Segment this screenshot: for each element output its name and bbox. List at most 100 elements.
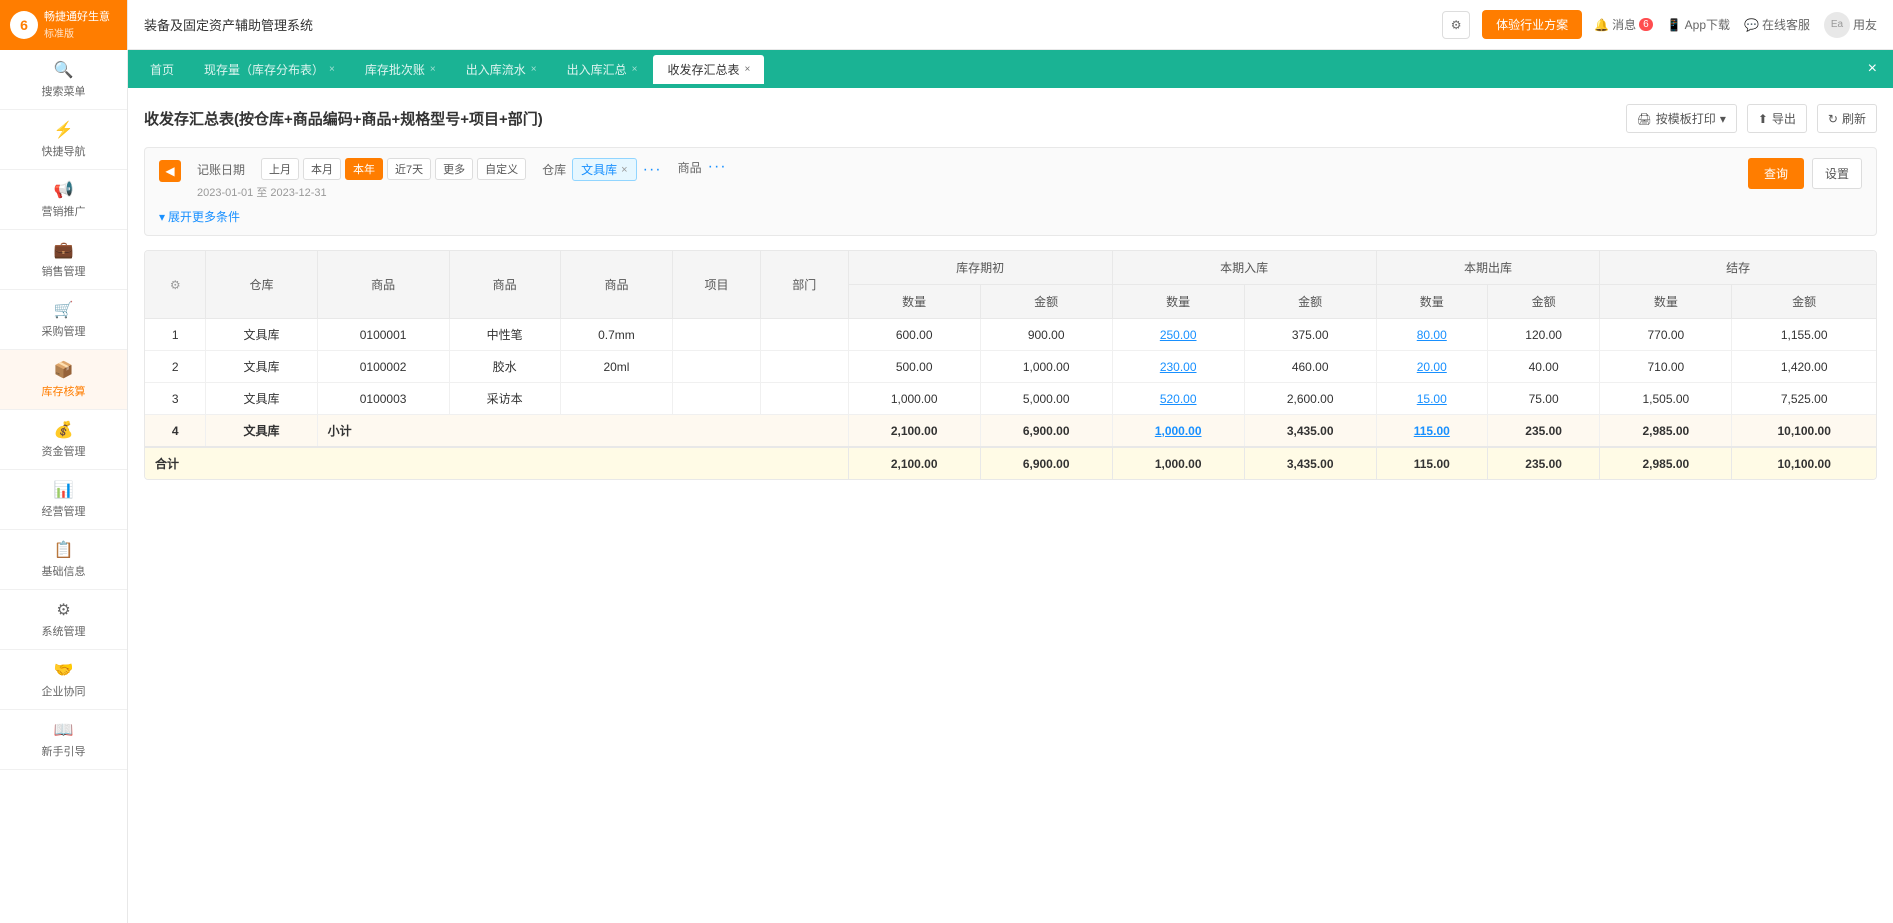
expand-label: 展开更多条件 bbox=[168, 208, 240, 225]
sidebar-item-企业协同[interactable]: 🤝 企业协同 bbox=[0, 650, 127, 710]
tab-recv-send-summary-close[interactable]: × bbox=[744, 64, 750, 75]
date-range-display: 2023-01-01 至 2023-12-31 bbox=[197, 184, 526, 200]
sidebar-item-库存核算[interactable]: 📦库存核算 bbox=[0, 350, 127, 410]
sidebar-item-资金管理[interactable]: 💰资金管理 bbox=[0, 410, 127, 470]
tabbar: 首页 现存量（库存分布表） × 库存批次账 × 出入库流水 × 出入库汇总 × … bbox=[128, 50, 1893, 88]
goods-more-dots[interactable]: ··· bbox=[708, 158, 727, 176]
tabbar-close-btn[interactable]: × bbox=[1860, 60, 1885, 78]
more-btn[interactable]: 更多 bbox=[435, 158, 473, 180]
sidebar-icon: 📢 bbox=[54, 180, 74, 200]
total-bal-amt: 10,100.00 bbox=[1732, 447, 1876, 479]
row-out-qty[interactable]: 80.00 bbox=[1376, 319, 1487, 351]
warehouse-tag-close[interactable]: × bbox=[621, 164, 627, 176]
row-out-qty[interactable]: 15.00 bbox=[1376, 383, 1487, 415]
tab-inventory-dist[interactable]: 现存量（库存分布表） × bbox=[190, 55, 349, 84]
table-row: 3 文具库 0100003 采访本 1,000.00 5,000.00 520.… bbox=[145, 383, 1876, 415]
row-dept bbox=[760, 383, 848, 415]
subtotal-out-qty[interactable]: 115.00 bbox=[1376, 415, 1487, 448]
notification-btn[interactable]: 🔔 消息 6 bbox=[1594, 16, 1653, 33]
logo-text-block: 畅捷通好生意 标准版 bbox=[44, 10, 110, 39]
topbar-settings-btn[interactable]: ⚙ bbox=[1442, 11, 1470, 39]
print-btn[interactable]: 🖨 按模板打印 ▾ bbox=[1626, 104, 1737, 133]
expand-more-btn[interactable]: ▾ 展开更多条件 bbox=[159, 208, 1862, 225]
user-btn[interactable]: Ea 用友 bbox=[1824, 12, 1877, 38]
sidebar-item-基础信息[interactable]: 📋基础信息 bbox=[0, 530, 127, 590]
row-bal-qty: 770.00 bbox=[1600, 319, 1732, 351]
row-init-qty: 500.00 bbox=[848, 351, 980, 383]
sidebar-icon: 🤝 bbox=[54, 660, 74, 680]
row-bal-amt: 1,155.00 bbox=[1732, 319, 1876, 351]
th-bal-amt: 金额 bbox=[1732, 285, 1876, 319]
subtotal-label: 小计 bbox=[317, 415, 848, 448]
subtotal-in-qty[interactable]: 1,000.00 bbox=[1112, 415, 1244, 448]
total-init-qty: 2,100.00 bbox=[848, 447, 980, 479]
date-filter-group: 记账日期 上月 本月 本年 近7天 更多 自定义 2023-01-0 bbox=[197, 158, 526, 200]
row-dept bbox=[760, 351, 848, 383]
tab-recv-send-summary[interactable]: 收发存汇总表 × bbox=[653, 55, 764, 84]
tab-batch[interactable]: 库存批次账 × bbox=[351, 55, 450, 84]
page-actions: 🖨 按模板打印 ▾ ⬆ 导出 ↻ 刷新 bbox=[1626, 104, 1877, 133]
row-in-qty[interactable]: 520.00 bbox=[1112, 383, 1244, 415]
sidebar-item-搜索菜单[interactable]: 🔍搜索菜单 bbox=[0, 50, 127, 110]
tab-inout-summary-close[interactable]: × bbox=[632, 64, 638, 75]
sidebar-label: 企业协同 bbox=[42, 683, 86, 699]
table-settings-icon[interactable]: ⚙ bbox=[145, 251, 206, 319]
table-total-row: 合计 2,100.00 6,900.00 1,000.00 3,435.00 1… bbox=[145, 447, 1876, 479]
this-month-btn[interactable]: 本月 bbox=[303, 158, 341, 180]
this-year-btn[interactable]: 本年 bbox=[345, 158, 383, 180]
logo-sub: 标准版 bbox=[44, 25, 110, 40]
last-month-btn[interactable]: 上月 bbox=[261, 158, 299, 180]
tab-inventory-dist-close[interactable]: × bbox=[329, 64, 335, 75]
sidebar-item-营销推广[interactable]: 📢营销推广 bbox=[0, 170, 127, 230]
row-out-qty[interactable]: 20.00 bbox=[1376, 351, 1487, 383]
row-dept bbox=[760, 319, 848, 351]
row-in-amt: 375.00 bbox=[1244, 319, 1376, 351]
last-7-days-btn[interactable]: 近7天 bbox=[387, 158, 431, 180]
tab-inout-flow[interactable]: 出入库流水 × bbox=[452, 55, 551, 84]
row-spec: 20ml bbox=[560, 351, 672, 383]
system-title: 装备及固定资产辅助管理系统 bbox=[144, 15, 1430, 34]
sidebar-item-快捷导航[interactable]: ⚡快捷导航 bbox=[0, 110, 127, 170]
sidebar-icon: 💼 bbox=[54, 240, 74, 260]
settings-btn[interactable]: 设置 bbox=[1812, 158, 1862, 189]
total-init-amt: 6,900.00 bbox=[980, 447, 1112, 479]
sidebar-icon: 💰 bbox=[54, 420, 74, 440]
query-btn[interactable]: 查询 bbox=[1748, 158, 1804, 189]
row-in-qty[interactable]: 230.00 bbox=[1112, 351, 1244, 383]
tab-inout-summary[interactable]: 出入库汇总 × bbox=[553, 55, 652, 84]
warehouse-more-dots[interactable]: ··· bbox=[643, 161, 662, 179]
row-in-qty[interactable]: 250.00 bbox=[1112, 319, 1244, 351]
row-in-amt: 2,600.00 bbox=[1244, 383, 1376, 415]
row-init-amt: 900.00 bbox=[980, 319, 1112, 351]
export-btn[interactable]: ⬆ 导出 bbox=[1747, 104, 1807, 133]
sidebar-item-销售管理[interactable]: 💼销售管理 bbox=[0, 230, 127, 290]
filter-collapse-btn[interactable]: ◀ bbox=[159, 160, 181, 182]
sidebar-icon: ⚙ bbox=[56, 600, 70, 620]
row-init-qty: 600.00 bbox=[848, 319, 980, 351]
sidebar-item-新手引导[interactable]: 📖新手引导 bbox=[0, 710, 127, 770]
tab-batch-close[interactable]: × bbox=[430, 64, 436, 75]
row-spec: 0.7mm bbox=[560, 319, 672, 351]
warehouse-tag-text: 文具库 bbox=[581, 161, 617, 178]
th-out-qty: 数量 bbox=[1376, 285, 1487, 319]
refresh-btn[interactable]: ↻ 刷新 bbox=[1817, 104, 1877, 133]
trial-btn[interactable]: 体验行业方案 bbox=[1482, 10, 1582, 39]
row-name: 胶水 bbox=[449, 351, 560, 383]
subtotal-no: 4 bbox=[145, 415, 206, 448]
row-project bbox=[673, 383, 761, 415]
th-project: 项目 bbox=[673, 251, 761, 319]
app-download-btn[interactable]: 📱 App下载 bbox=[1667, 16, 1730, 33]
tab-home[interactable]: 首页 bbox=[136, 55, 188, 84]
sidebar-item-系统管理[interactable]: ⚙系统管理 bbox=[0, 590, 127, 650]
export-icon: ⬆ bbox=[1758, 112, 1768, 126]
th-out-amt: 金额 bbox=[1487, 285, 1599, 319]
online-service-label: 在线客服 bbox=[1762, 16, 1810, 33]
sidebar-item-采购管理[interactable]: 🛒采购管理 bbox=[0, 290, 127, 350]
sidebar-item-经营管理[interactable]: 📊经营管理 bbox=[0, 470, 127, 530]
main-area: 装备及固定资产辅助管理系统 ⚙ 体验行业方案 🔔 消息 6 📱 App下载 💬 … bbox=[128, 0, 1893, 923]
online-service-btn[interactable]: 💬 在线客服 bbox=[1744, 16, 1810, 33]
tab-inout-flow-close[interactable]: × bbox=[531, 64, 537, 75]
sidebar-icon: 🔍 bbox=[54, 60, 74, 80]
date-shortcuts: 上月 本月 本年 近7天 更多 自定义 bbox=[261, 158, 526, 180]
custom-btn[interactable]: 自定义 bbox=[477, 158, 526, 180]
